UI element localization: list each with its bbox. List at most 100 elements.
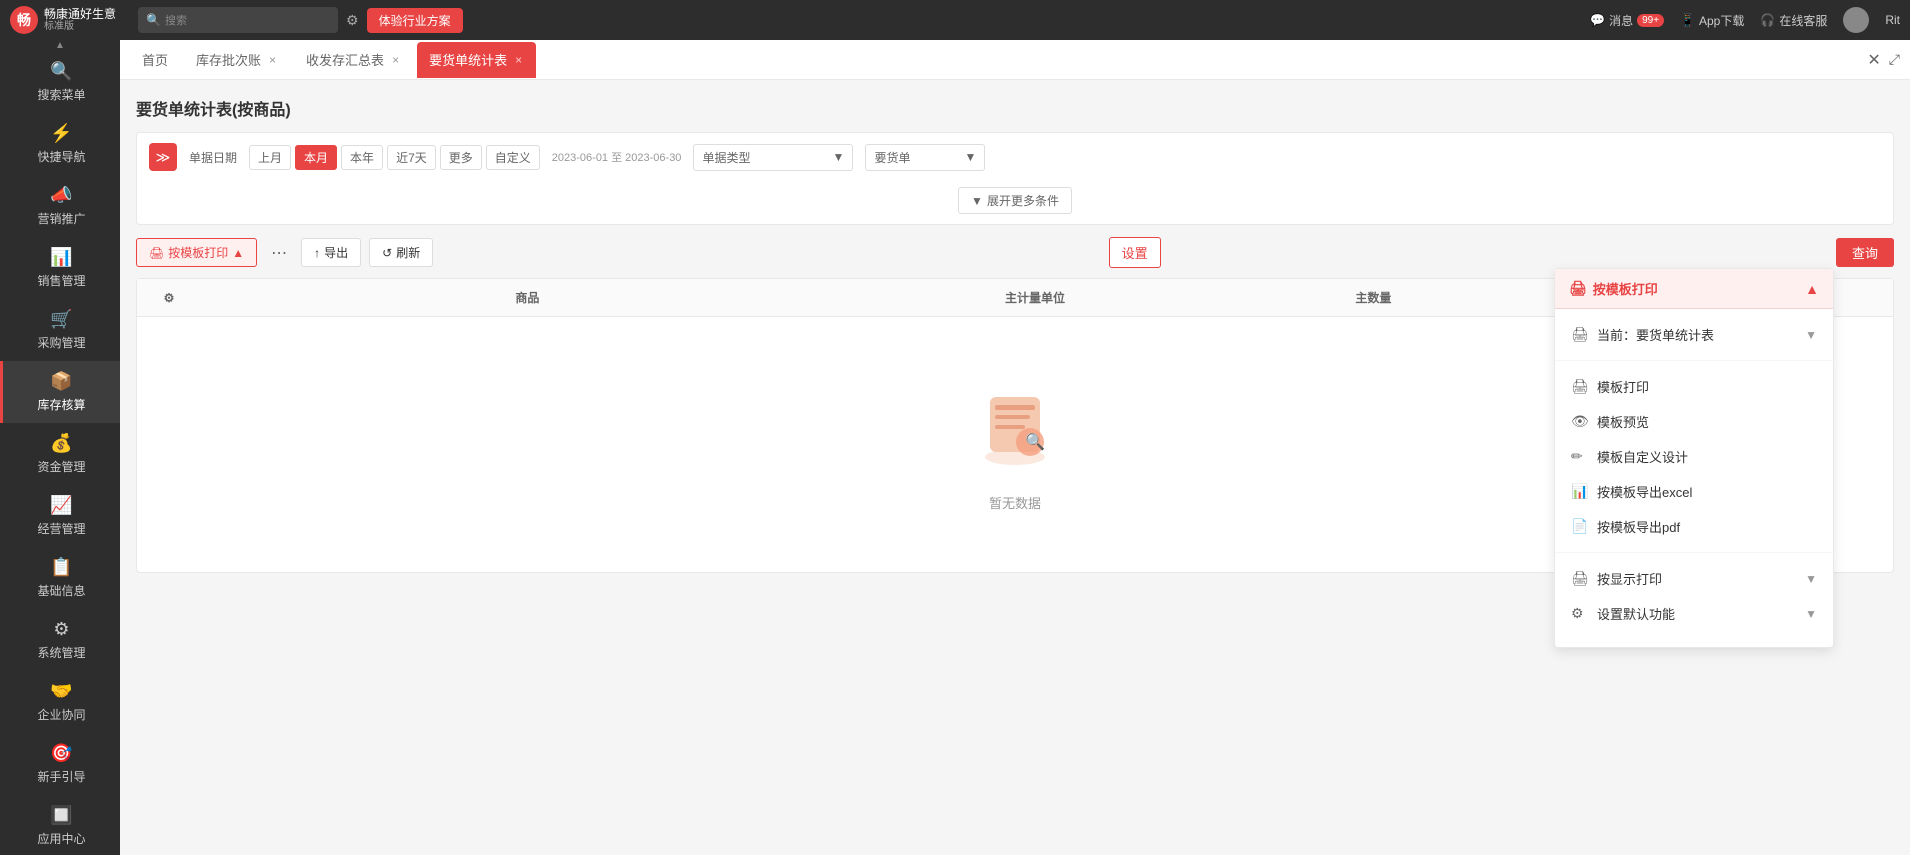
dropdown-item-template-preview[interactable]: 👁 模板预览 bbox=[1555, 404, 1833, 439]
message-button[interactable]: 💬 消息 99+ bbox=[1590, 12, 1664, 29]
display-print-arrow-icon: ▼ bbox=[1805, 572, 1817, 586]
apps-icon: 🔲 bbox=[50, 805, 72, 826]
username: Rit bbox=[1885, 13, 1900, 27]
system-icon: ⚙ bbox=[53, 619, 69, 640]
date-btn-this-month[interactable]: 本月 bbox=[295, 145, 337, 170]
filter-expand-button[interactable]: ≫ bbox=[149, 143, 177, 171]
search-icon: 🔍 bbox=[146, 13, 161, 27]
current-template-icon: 🖨 bbox=[1571, 326, 1587, 343]
table-col-goods: 商品 bbox=[189, 289, 866, 306]
print-dropdown: 🖨 按模板打印 ▲ 🖨 当前：要货单统计表 ▼ bbox=[1554, 268, 1834, 648]
table-col-unit: 主计量单位 bbox=[866, 289, 1204, 306]
expand-tabs-button[interactable]: ⤢ bbox=[1889, 51, 1900, 68]
logo-text: 畅康通好生意 标准版 bbox=[44, 7, 116, 33]
dropdown-close-button[interactable]: ▲ bbox=[1805, 281, 1819, 297]
sidebar-item-finance[interactable]: 💰 资金管理 bbox=[0, 423, 120, 485]
sidebar: ▲ 🔍 搜索菜单 ⚡ 快捷导航 📣 营销推广 📊 销售管理 🛒 采购管理 📦 库… bbox=[0, 40, 120, 855]
date-filter-label: 单据日期 bbox=[189, 149, 237, 166]
online-service-button[interactable]: 🎧 在线客服 bbox=[1760, 12, 1827, 29]
date-btn-more[interactable]: 更多 bbox=[440, 145, 482, 170]
export-excel-icon: 📊 bbox=[1571, 483, 1587, 500]
guide-icon: 🎯 bbox=[50, 743, 72, 764]
export-button[interactable]: ↑ 导出 bbox=[301, 238, 361, 267]
sidebar-item-system[interactable]: ⚙ 系统管理 bbox=[0, 609, 120, 671]
print-icon: 🖨 bbox=[149, 246, 164, 260]
date-btn-this-year[interactable]: 本年 bbox=[341, 145, 383, 170]
settings-button[interactable]: 设置 bbox=[1109, 237, 1161, 268]
sidebar-item-inventory[interactable]: 📦 库存核算 bbox=[0, 361, 120, 423]
trial-button[interactable]: 体验行业方案 bbox=[367, 8, 463, 33]
expand-icon: ≫ bbox=[156, 149, 171, 166]
avatar[interactable] bbox=[1843, 7, 1869, 33]
tab-bar: 首页 库存批次账 × 收发存汇总表 × 要货单统计表 × ✕ ⤢ bbox=[120, 40, 1910, 80]
page-title: 要货单统计表(按商品) bbox=[136, 96, 1894, 120]
table-col-settings[interactable]: ⚙ bbox=[149, 291, 189, 305]
query-button[interactable]: 查询 bbox=[1836, 238, 1894, 267]
search-bar[interactable]: 🔍 搜索 bbox=[138, 7, 338, 33]
tab-collection-summary[interactable]: 收发存汇总表 × bbox=[294, 42, 413, 78]
date-btn-custom[interactable]: 自定义 bbox=[486, 145, 540, 170]
finance-icon: 💰 bbox=[50, 433, 72, 454]
sidebar-item-guide[interactable]: 🎯 新手引导 bbox=[0, 733, 120, 795]
refresh-icon: ↺ bbox=[382, 246, 392, 260]
goods-select-arrow-icon: ▼ bbox=[965, 150, 977, 164]
search-menu-icon: 🔍 bbox=[50, 61, 72, 82]
message-icon: 💬 bbox=[1590, 13, 1605, 27]
sidebar-item-quick-nav[interactable]: ⚡ 快捷导航 bbox=[0, 113, 120, 175]
table-col-quantity: 主数量 bbox=[1204, 289, 1542, 306]
export-pdf-icon: 📄 bbox=[1571, 518, 1587, 535]
inventory-icon: 📦 bbox=[50, 371, 72, 392]
dropdown-set-default[interactable]: ⚙ 设置默认功能 ▼ bbox=[1555, 596, 1833, 631]
current-item-arrow-icon: ▼ bbox=[1805, 328, 1817, 342]
tab-home[interactable]: 首页 bbox=[130, 42, 180, 78]
expand-more-button[interactable]: ▼ 展开更多条件 bbox=[958, 187, 1072, 214]
date-btn-last-month[interactable]: 上月 bbox=[249, 145, 291, 170]
dropdown-item-export-pdf[interactable]: 📄 按模板导出pdf bbox=[1555, 509, 1833, 544]
dropdown-item-template-design[interactable]: ✏ 模板自定义设计 bbox=[1555, 439, 1833, 474]
tab-inventory-batch[interactable]: 库存批次账 × bbox=[184, 42, 290, 78]
sidebar-item-marketing[interactable]: 📣 营销推广 bbox=[0, 175, 120, 237]
tab-close-inventory-batch[interactable]: × bbox=[267, 51, 278, 69]
sidebar-item-search[interactable]: 🔍 搜索菜单 bbox=[0, 51, 120, 113]
sidebar-item-apps[interactable]: 🔲 应用中心 bbox=[0, 795, 120, 855]
tab-close-collection-summary[interactable]: × bbox=[390, 51, 401, 69]
page-content: 要货单统计表(按商品) ≫ 单据日期 上月 本月 本年 近7天 更多 自定义 bbox=[120, 80, 1910, 855]
dropdown-current-item[interactable]: 🖨 当前：要货单统计表 ▼ bbox=[1555, 317, 1833, 352]
tab-close-order-stats[interactable]: × bbox=[513, 51, 524, 69]
sidebar-item-enterprise[interactable]: 🤝 企业协同 bbox=[0, 671, 120, 733]
date-button-group: 上月 本月 本年 近7天 更多 自定义 bbox=[249, 145, 540, 170]
dropdown-item-template-print[interactable]: 🖨 模板打印 bbox=[1555, 369, 1833, 404]
sidebar-item-basic[interactable]: 📋 基础信息 bbox=[0, 547, 120, 609]
refresh-button[interactable]: ↺ 刷新 bbox=[369, 238, 433, 267]
sidebar-item-purchase[interactable]: 🛒 采购管理 bbox=[0, 299, 120, 361]
purchase-icon: 🛒 bbox=[50, 309, 72, 330]
filter-bar: ≫ 单据日期 上月 本月 本年 近7天 更多 自定义 2023-06-01 至 … bbox=[136, 132, 1894, 225]
sidebar-item-operations[interactable]: 📈 经营管理 bbox=[0, 485, 120, 547]
message-badge: 99+ bbox=[1637, 14, 1664, 27]
dropdown-display-print[interactable]: 🖨 按显示打印 ▼ bbox=[1555, 561, 1833, 596]
export-icon: ↑ bbox=[314, 246, 320, 260]
sidebar-scroll-up[interactable]: ▲ bbox=[0, 40, 120, 51]
settings-icon[interactable]: ⚙ bbox=[346, 12, 359, 29]
headset-icon: 🎧 bbox=[1760, 13, 1775, 27]
document-type-select[interactable]: 单据类型 ▼ bbox=[693, 144, 853, 171]
operations-icon: 📈 bbox=[50, 495, 72, 516]
set-default-icon: ⚙ bbox=[1571, 605, 1587, 622]
sales-icon: 📊 bbox=[50, 247, 72, 268]
tab-order-stats[interactable]: 要货单统计表 × bbox=[417, 42, 536, 78]
dropdown-extra-section: 🖨 按显示打印 ▼ ⚙ 设置默认功能 ▼ bbox=[1555, 553, 1833, 639]
app-download-button[interactable]: 📱 App下载 bbox=[1680, 12, 1744, 29]
more-options-button[interactable]: ⋯ bbox=[265, 243, 293, 263]
sidebar-item-sales[interactable]: 📊 销售管理 bbox=[0, 237, 120, 299]
date-btn-7days[interactable]: 近7天 bbox=[387, 145, 436, 170]
quick-nav-icon: ⚡ bbox=[50, 123, 72, 144]
template-print-icon: 🖨 bbox=[1571, 378, 1587, 395]
marketing-icon: 📣 bbox=[50, 185, 72, 206]
goods-filter-select[interactable]: 要货单 ▼ bbox=[865, 144, 985, 171]
dropdown-item-export-excel[interactable]: 📊 按模板导出excel bbox=[1555, 474, 1833, 509]
date-range-display: 2023-06-01 至 2023-06-30 bbox=[552, 149, 682, 165]
action-bar: 🖨 按模板打印 ▲ ⋯ ↑ 导出 ↺ 刷新 设置 查询 bbox=[136, 237, 1894, 268]
print-template-button[interactable]: 🖨 按模板打印 ▲ bbox=[136, 238, 257, 267]
top-bar-right: 💬 消息 99+ 📱 App下载 🎧 在线客服 Rit bbox=[1590, 7, 1900, 33]
close-all-tabs-button[interactable]: ✕ bbox=[1867, 50, 1880, 70]
